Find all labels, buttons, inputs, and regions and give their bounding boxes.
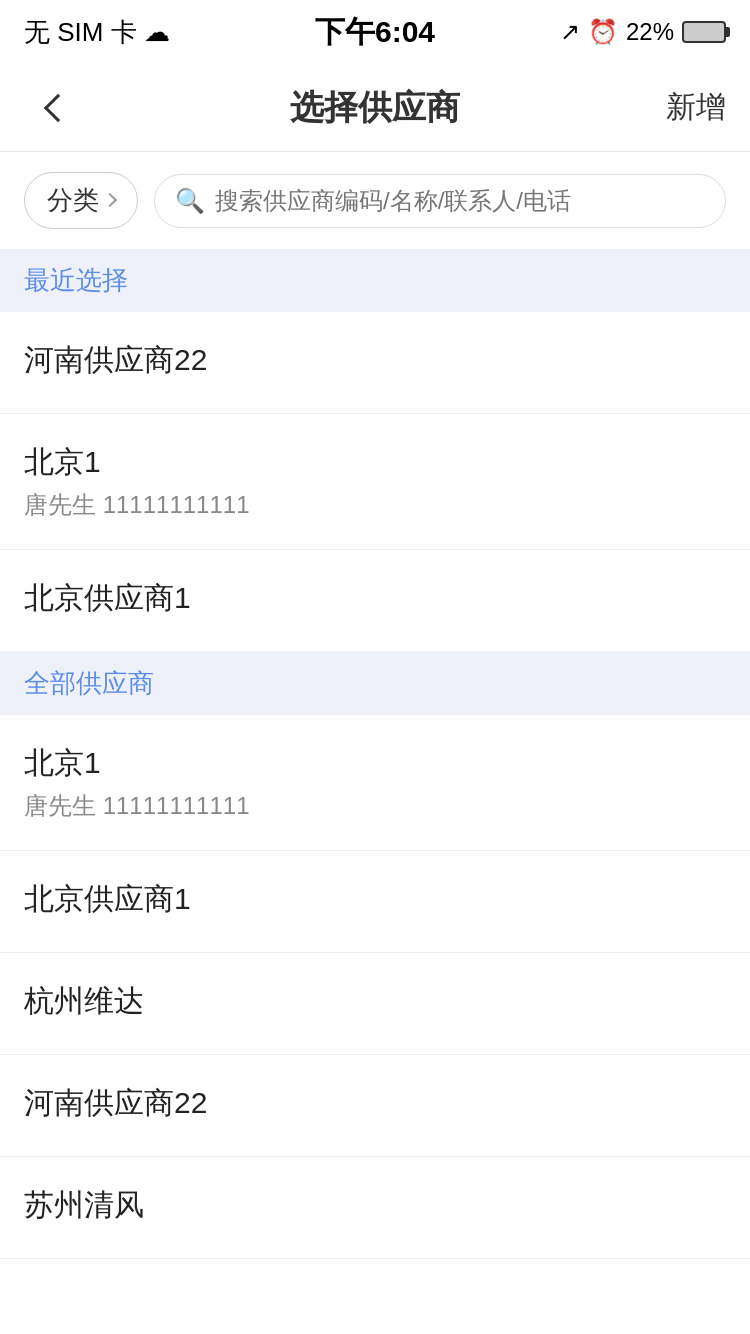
search-input[interactable] <box>215 187 705 215</box>
status-bar: 无 SIM 卡 ☁ 下午6:04 ↗ ⏰ 22% <box>0 0 750 64</box>
list-item[interactable]: 北京供应商1 <box>0 851 750 953</box>
list-item[interactable]: 北京1 唐先生 11111111111 <box>0 715 750 851</box>
chevron-right-icon <box>103 192 117 206</box>
item-sub: 唐先生 11111111111 <box>24 489 726 521</box>
no-sim-label: 无 SIM 卡 ☁ <box>24 15 170 50</box>
battery-label: 22% <box>626 18 674 46</box>
page-title: 选择供应商 <box>290 85 460 131</box>
list-item[interactable]: 苏州清风 <box>0 1157 750 1259</box>
status-right: ↗ ⏰ 22% <box>560 18 726 46</box>
item-name: 河南供应商22 <box>24 1083 726 1124</box>
status-left: 无 SIM 卡 ☁ <box>24 15 170 50</box>
list-item[interactable]: 河南供应商22 <box>0 312 750 414</box>
all-section-label: 全部供应商 <box>24 668 154 698</box>
search-box: 🔍 <box>154 174 726 228</box>
battery-icon <box>682 21 726 43</box>
recent-section-header: 最近选择 <box>0 249 750 312</box>
search-icon: 🔍 <box>175 187 205 215</box>
item-name: 北京1 <box>24 442 726 483</box>
recent-section-label: 最近选择 <box>24 265 128 295</box>
location-icon: ↗ <box>560 18 580 46</box>
category-button[interactable]: 分类 <box>24 172 138 229</box>
all-items-list: 北京1 唐先生 11111111111 北京供应商1 杭州维达 河南供应商22 … <box>0 715 750 1259</box>
item-name: 北京1 <box>24 743 726 784</box>
item-sub: 唐先生 11111111111 <box>24 790 726 822</box>
alarm-icon: ⏰ <box>588 18 618 46</box>
category-label: 分类 <box>47 183 99 218</box>
item-name: 杭州维达 <box>24 981 726 1022</box>
back-button[interactable] <box>24 78 84 138</box>
list-item[interactable]: 北京1 唐先生 11111111111 <box>0 414 750 550</box>
add-button[interactable]: 新增 <box>666 87 726 128</box>
all-section-header: 全部供应商 <box>0 652 750 715</box>
item-name: 苏州清风 <box>24 1185 726 1226</box>
item-name: 河南供应商22 <box>24 340 726 381</box>
list-item[interactable]: 北京供应商1 <box>0 550 750 652</box>
list-item[interactable]: 河南供应商22 <box>0 1055 750 1157</box>
item-name: 北京供应商1 <box>24 578 726 619</box>
filter-bar: 分类 🔍 <box>0 152 750 249</box>
recent-items-list: 河南供应商22 北京1 唐先生 11111111111 北京供应商1 <box>0 312 750 652</box>
item-name: 北京供应商1 <box>24 879 726 920</box>
back-arrow-icon <box>44 93 72 121</box>
nav-bar: 选择供应商 新增 <box>0 64 750 152</box>
status-time: 下午6:04 <box>315 12 435 53</box>
list-item[interactable]: 杭州维达 <box>0 953 750 1055</box>
